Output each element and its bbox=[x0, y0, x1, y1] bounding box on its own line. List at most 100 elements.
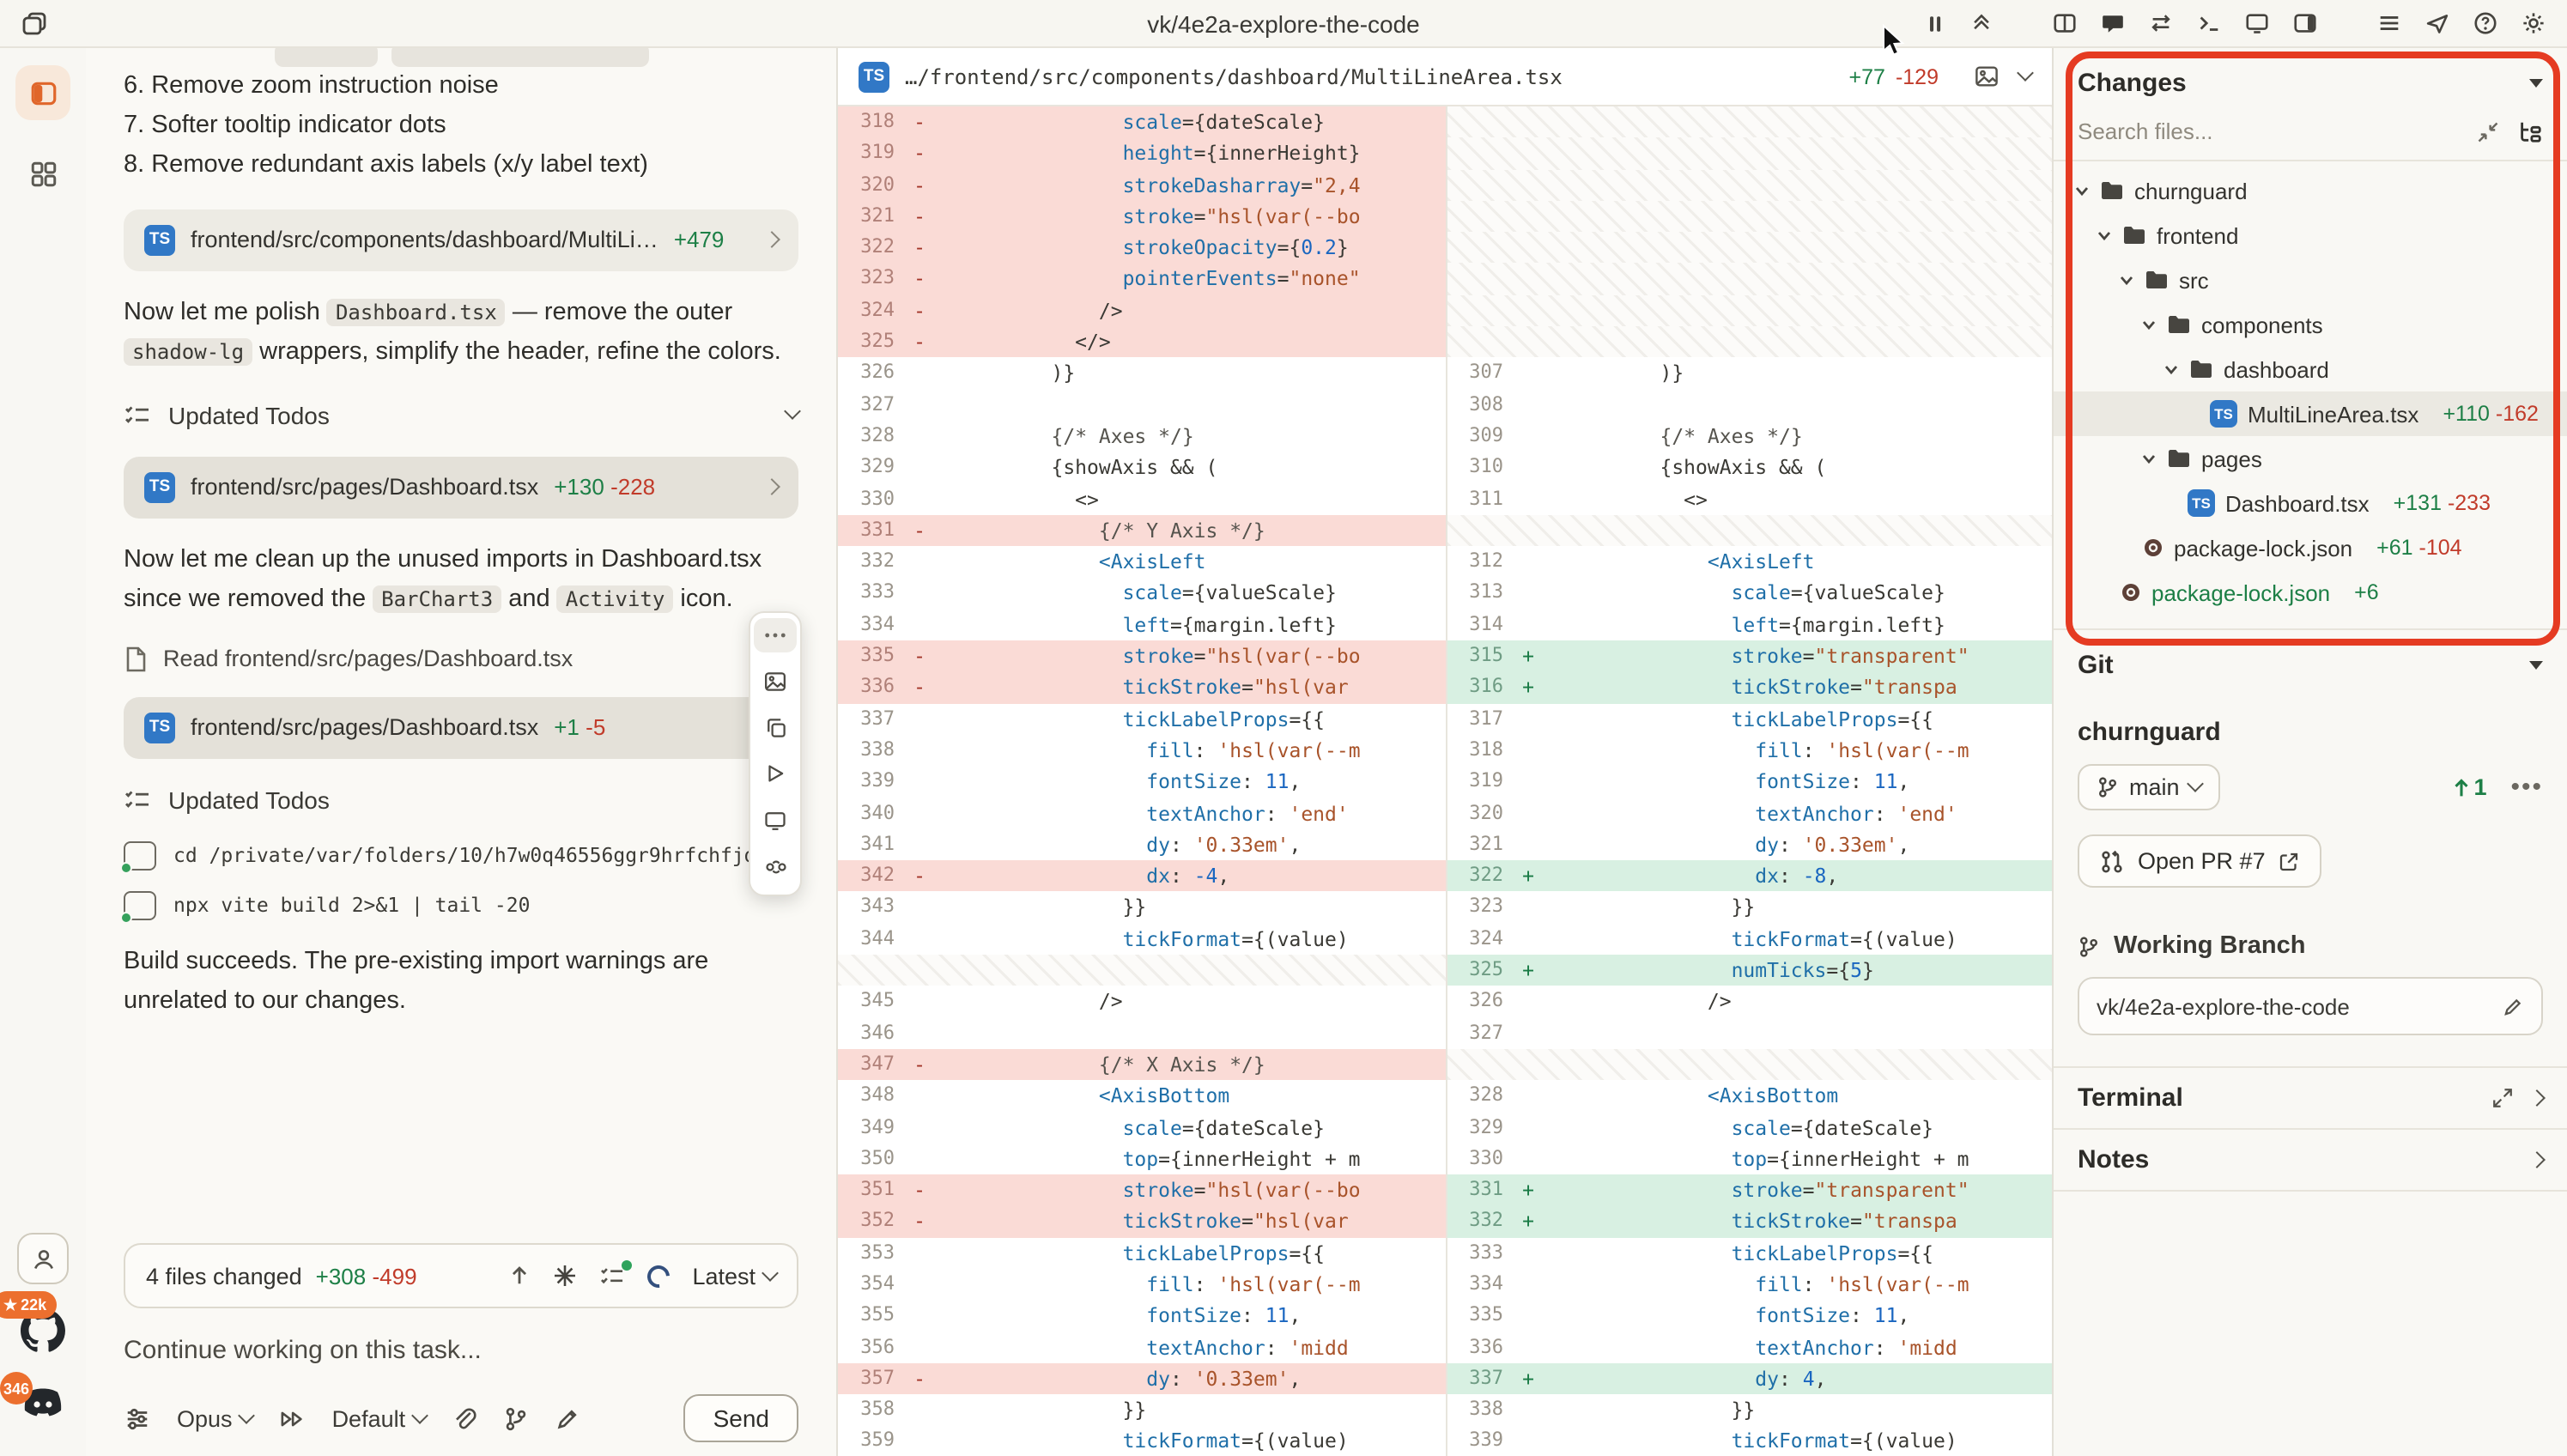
collapse-file-icon[interactable] bbox=[2017, 64, 2034, 82]
edit-pencil-icon[interactable] bbox=[2502, 995, 2524, 1017]
attachment-icon[interactable] bbox=[452, 1405, 477, 1431]
grid-icon[interactable] bbox=[15, 146, 70, 201]
line-number: 324 bbox=[1447, 923, 1515, 955]
tree-file[interactable]: package-lock.json +61 -104 bbox=[2054, 525, 2567, 570]
help-icon[interactable] bbox=[2473, 10, 2498, 36]
columns-icon[interactable] bbox=[2052, 10, 2078, 36]
line-number: 333 bbox=[1447, 1237, 1515, 1269]
more-options-icon[interactable]: ••• bbox=[2510, 773, 2543, 802]
additions-count: +1 bbox=[554, 714, 580, 740]
updated-todos-toggle[interactable]: Updated Todos bbox=[124, 786, 798, 813]
menu-icon[interactable] bbox=[2376, 10, 2402, 36]
branch-select[interactable]: main bbox=[2078, 764, 2221, 810]
chat-input[interactable] bbox=[124, 1336, 798, 1365]
collapse-up-icon[interactable] bbox=[1969, 11, 1994, 35]
sliders-icon[interactable] bbox=[124, 1405, 151, 1431]
file-chip-dashboard-1[interactable]: TS frontend/src/pages/Dashboard.tsx +130… bbox=[124, 456, 798, 518]
tree-folder[interactable]: churnguard bbox=[2054, 168, 2567, 213]
line-number: 315 bbox=[1447, 640, 1515, 672]
settings-gear-icon[interactable] bbox=[2521, 10, 2546, 36]
updated-todos-toggle[interactable]: Updated Todos bbox=[124, 401, 798, 428]
diff-marker bbox=[1515, 264, 1541, 295]
fast-forward-icon[interactable] bbox=[279, 1407, 306, 1429]
file-tree-view-icon[interactable] bbox=[2517, 118, 2543, 144]
swap-icon[interactable] bbox=[2148, 10, 2174, 36]
line-number: 336 bbox=[1447, 1332, 1515, 1363]
working-branch-input[interactable] bbox=[2097, 993, 2502, 1019]
diff-marker bbox=[907, 892, 932, 924]
discord-link[interactable]: 346 bbox=[21, 1386, 65, 1432]
code-line: }} bbox=[1541, 1394, 2052, 1426]
collapse-tree-icon[interactable] bbox=[2476, 119, 2500, 143]
send-button[interactable]: Send bbox=[684, 1394, 798, 1442]
code-line: tickFormat={(value) bbox=[932, 1426, 1445, 1456]
line-number: 313 bbox=[1447, 578, 1515, 610]
pen-icon[interactable] bbox=[555, 1405, 580, 1431]
chat-bubble-icon[interactable] bbox=[2100, 10, 2126, 36]
code-line: textAnchor: 'end' bbox=[932, 798, 1445, 829]
share-icon[interactable] bbox=[2424, 10, 2450, 36]
notes-section-header[interactable]: Notes bbox=[2054, 1130, 2567, 1190]
tree-folder[interactable]: dashboard bbox=[2054, 347, 2567, 391]
ts-file-icon: TS bbox=[859, 61, 889, 92]
file-chip-multilinearea[interactable]: TS frontend/src/components/dashboard/Mul… bbox=[124, 209, 798, 270]
terminal-section-header[interactable]: Terminal bbox=[2054, 1068, 2567, 1128]
read-file-row[interactable]: Read frontend/src/pages/Dashboard.tsx bbox=[124, 645, 798, 672]
terminal-icon[interactable] bbox=[2196, 10, 2222, 36]
additions-count: +77 bbox=[1849, 64, 1885, 88]
code-line: )} bbox=[1541, 358, 2052, 390]
terminal-command-row[interactable]: npx vite build 2>&1 | tail -20 bbox=[124, 890, 798, 919]
sidebar-right-icon[interactable] bbox=[2292, 10, 2318, 36]
mode-select[interactable]: Default bbox=[332, 1405, 427, 1431]
tree-file[interactable]: TSMultiLineArea.tsx+110 -162 bbox=[2054, 391, 2567, 436]
model-select[interactable]: Opus bbox=[177, 1405, 253, 1431]
tree-item-label: package-lock.json bbox=[2174, 535, 2352, 561]
diff-marker bbox=[1515, 578, 1541, 610]
spark-icon[interactable] bbox=[553, 1264, 577, 1288]
notes-title: Notes bbox=[2078, 1145, 2149, 1174]
diff-marker bbox=[907, 735, 932, 767]
more-icon[interactable] bbox=[754, 618, 797, 652]
chevron-down-icon bbox=[2163, 361, 2179, 377]
line-number: 341 bbox=[838, 829, 907, 861]
expand-icon[interactable] bbox=[2491, 1087, 2514, 1109]
tree-file[interactable]: package-lock.json+6 bbox=[2054, 570, 2567, 615]
scroll-up-icon[interactable] bbox=[508, 1264, 531, 1288]
tree-folder[interactable]: components bbox=[2054, 302, 2567, 347]
compare-icon[interactable] bbox=[754, 843, 797, 889]
diff-marker bbox=[907, 1394, 932, 1426]
display-icon[interactable] bbox=[2244, 10, 2270, 36]
diff-marker bbox=[907, 1332, 932, 1363]
tree-item-label: churnguard bbox=[2134, 178, 2248, 203]
todo-progress-icon[interactable] bbox=[599, 1265, 625, 1287]
open-pr-button[interactable]: Open PR #7 bbox=[2078, 834, 2322, 888]
workspace-icon[interactable] bbox=[15, 65, 70, 120]
play-icon[interactable] bbox=[754, 750, 797, 797]
code-line: dy: '0.33em', bbox=[1541, 829, 2052, 861]
copy-icon[interactable] bbox=[754, 704, 797, 750]
changes-section-header[interactable]: Changes bbox=[2054, 48, 2567, 112]
tree-folder[interactable]: src bbox=[2054, 258, 2567, 302]
files-changed-card[interactable]: 4 files changed +308 -499 Latest bbox=[124, 1243, 798, 1308]
display-icon[interactable] bbox=[754, 797, 797, 843]
search-files-input[interactable] bbox=[2078, 118, 2459, 144]
line-number: 336 bbox=[838, 672, 907, 704]
code-line: scale={dateScale} bbox=[932, 106, 1445, 138]
profile-icon[interactable] bbox=[17, 1233, 69, 1284]
file-chip-dashboard-2[interactable]: TS frontend/src/pages/Dashboard.tsx +1 -… bbox=[124, 696, 798, 758]
github-link[interactable]: ★22k bbox=[21, 1308, 65, 1362]
tree-item-label: MultiLineArea.tsx bbox=[2248, 401, 2418, 427]
screenshot-icon[interactable] bbox=[754, 658, 797, 704]
tree-folder[interactable]: frontend bbox=[2054, 213, 2567, 258]
file-diff-stats: +61 -104 bbox=[2376, 536, 2461, 560]
terminal-command-row[interactable]: cd /private/var/folders/10/h7w0q46556ggr… bbox=[124, 840, 798, 870]
inline-diff-toggle-icon[interactable] bbox=[1973, 64, 2000, 89]
git-section-header[interactable]: Git bbox=[2054, 630, 2567, 694]
code-line: <> bbox=[1541, 483, 2052, 515]
tree-file[interactable]: TSDashboard.tsx+131 -233 bbox=[2054, 481, 2567, 525]
tree-folder[interactable]: pages bbox=[2054, 436, 2567, 481]
code-line: strokeOpacity={0.2} bbox=[932, 232, 1445, 264]
branch-icon[interactable] bbox=[503, 1405, 529, 1431]
latest-dropdown[interactable]: Latest bbox=[692, 1263, 776, 1289]
pause-icon[interactable] bbox=[1923, 11, 1947, 35]
